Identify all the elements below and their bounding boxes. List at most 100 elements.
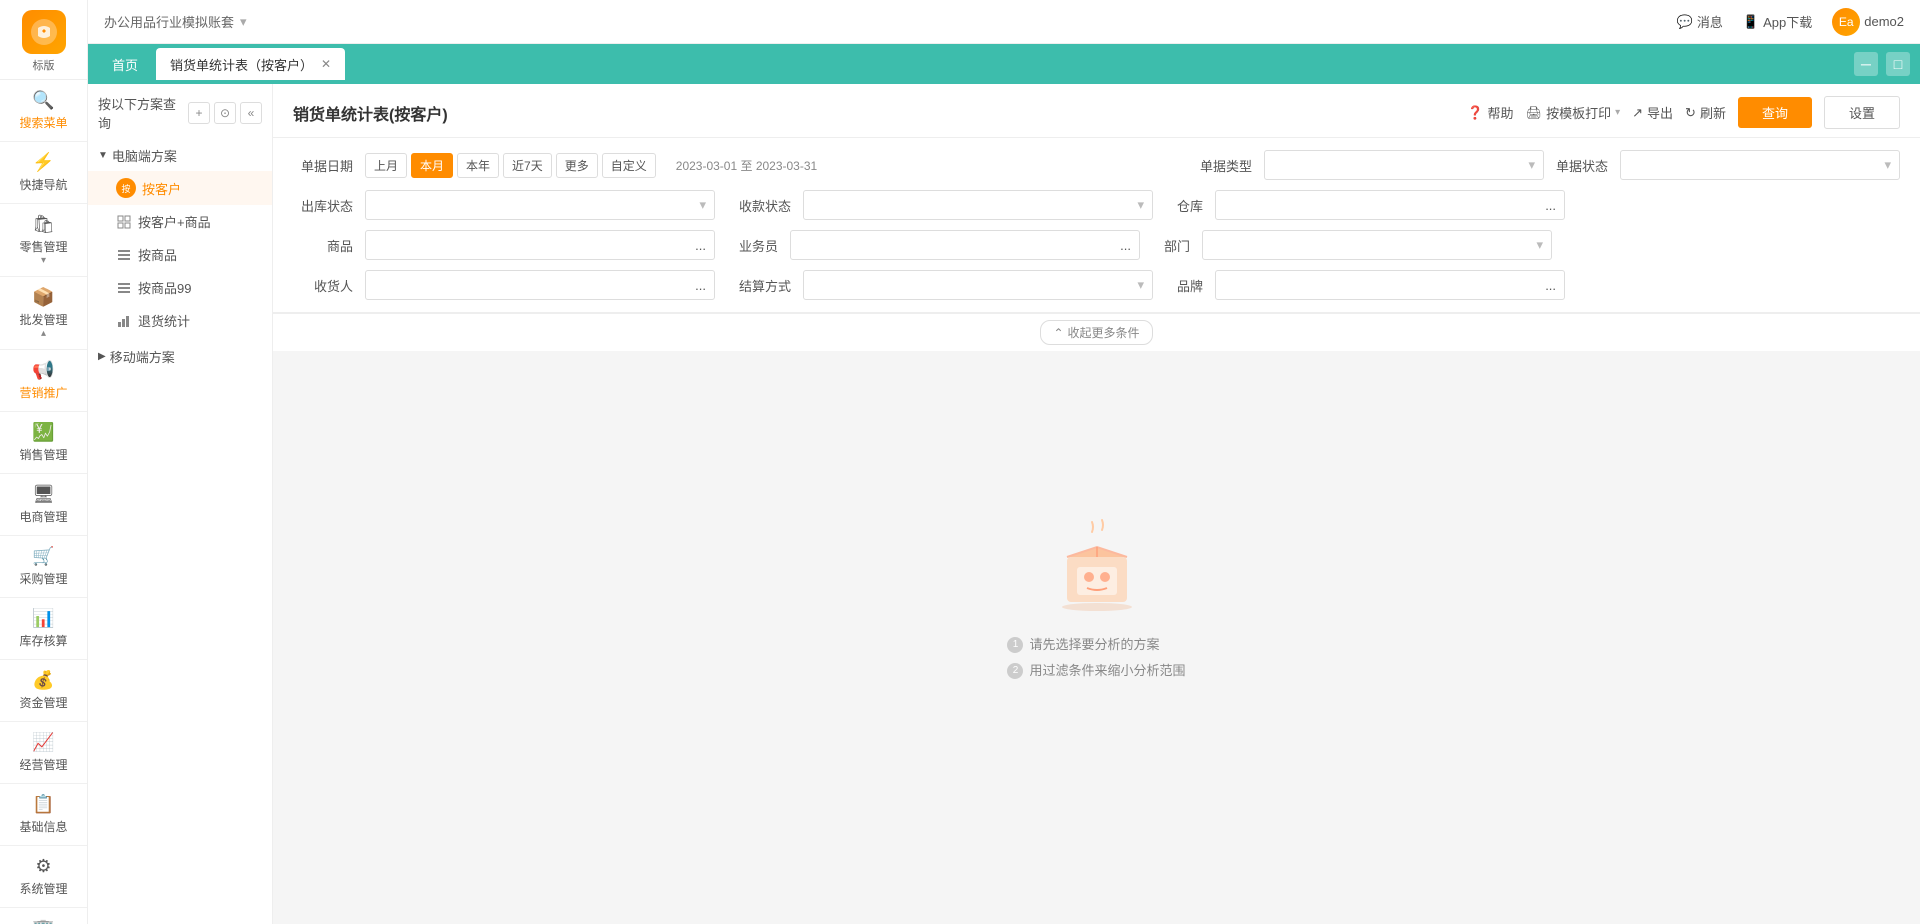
sidebar-item-enterprise[interactable]: 🏢 企业协同: [0, 908, 87, 924]
sidebar-item-quick-nav[interactable]: ⚡ 快捷导航: [0, 142, 87, 204]
warehouse-select[interactable]: ...: [1215, 190, 1565, 220]
sidebar-item-retail[interactable]: 🛍 零售管理 ▾: [0, 204, 87, 277]
receiver-select[interactable]: ...: [365, 270, 715, 300]
tab-sales-stat[interactable]: 销货单统计表（按客户） ✕: [156, 48, 345, 80]
wholesale-dropdown-arrow: ▴: [41, 328, 46, 339]
tab-bar-actions: ─ □: [1854, 52, 1910, 76]
sidebar-item-finance[interactable]: 💰 资金管理: [0, 660, 87, 722]
department-label: 部门: [1164, 236, 1190, 255]
scheme-add-btn[interactable]: +: [188, 102, 210, 124]
date-btn-this-month[interactable]: 本月: [411, 153, 453, 178]
query-button[interactable]: 查询: [1738, 97, 1812, 128]
doc-type-select[interactable]: ▾: [1264, 150, 1544, 180]
sidebar-item-retail-label: 零售管理: [19, 238, 67, 255]
sidebar-item-ecommerce[interactable]: 🖥 电商管理: [0, 474, 87, 536]
logo-icon: [22, 10, 66, 54]
app-download-btn[interactable]: 📱 App下载: [1743, 12, 1812, 31]
user-name: demo2: [1864, 14, 1904, 29]
operations-icon: 📈: [32, 732, 54, 753]
date-buttons: 上月 本月 本年 近7天 更多 自定义: [365, 153, 656, 178]
tab-close-btn[interactable]: ✕: [321, 57, 331, 71]
filter-row-2: 出库状态 ▾ 收款状态 ▾ 仓库 ...: [293, 190, 1900, 220]
by-product-icon: [116, 247, 132, 263]
filter-row-3: 商品 ... 业务员 ... 部门 ▾: [293, 230, 1900, 260]
brand-select[interactable]: ...: [1215, 270, 1565, 300]
retail-icon: 🛍: [32, 214, 55, 235]
tab-home[interactable]: 首页: [98, 48, 152, 80]
date-btn-this-year[interactable]: 本年: [457, 153, 499, 178]
out-status-select[interactable]: ▾: [365, 190, 715, 220]
by-customer-product-icon: [116, 214, 132, 230]
sidebar-item-wholesale[interactable]: 📦 批发管理 ▴: [0, 277, 87, 350]
template-print-btn[interactable]: 🖨 按模板打印 ▾: [1526, 103, 1621, 122]
scheme-item-by-customer[interactable]: 按 按客户: [88, 171, 272, 205]
doc-status-select[interactable]: ▾: [1620, 150, 1900, 180]
template-print-label: 按模板打印: [1546, 103, 1611, 122]
top-header: 办公用品行业模拟账套 ▾ 💬 消息 📱 App下载 Ea demo2: [88, 0, 1920, 44]
scheme-item-by-product-99[interactable]: 按商品99: [88, 271, 272, 304]
sidebar-item-purchase[interactable]: 🛒 采购管理: [0, 536, 87, 598]
header-right: 💬 消息 📱 App下载 Ea demo2: [1677, 8, 1904, 36]
export-icon: ↗: [1632, 105, 1643, 121]
user-profile[interactable]: Ea demo2: [1832, 8, 1904, 36]
product-select[interactable]: ...: [365, 230, 715, 260]
scheme-group-mobile-label: 移动端方案: [110, 347, 175, 366]
sidebar-item-system[interactable]: ⚙ 系统管理: [0, 846, 87, 908]
marketing-icon: 📢: [32, 360, 54, 381]
help-btn[interactable]: ❓ 帮助: [1467, 103, 1513, 122]
receiver-value: ...: [695, 278, 706, 293]
doc-status-label: 单据状态: [1556, 156, 1608, 175]
sidebar-logo-text: 标版: [33, 57, 55, 73]
sales-icon: 💹: [32, 422, 54, 443]
tab-minimize-btn[interactable]: ─: [1854, 52, 1878, 76]
scheme-item-by-product[interactable]: 按商品: [88, 238, 272, 271]
tab-bar: 首页 销货单统计表（按客户） ✕ ─ □: [88, 44, 1920, 84]
collapse-conditions-btn[interactable]: ⌃ 收起更多条件: [1040, 320, 1152, 345]
scheme-group-mobile-header[interactable]: ▶ 移动端方案: [88, 341, 272, 372]
payment-status-select[interactable]: ▾: [803, 190, 1153, 220]
sidebar-item-sales[interactable]: 💹 销售管理: [0, 412, 87, 474]
collapse-bar: ⌃ 收起更多条件: [273, 313, 1920, 351]
scheme-item-by-customer-product[interactable]: 按客户+商品: [88, 205, 272, 238]
industry-dropdown-arrow[interactable]: ▾: [240, 14, 247, 30]
scheme-panel-header: 按以下方案查询 + ⊙ «: [88, 94, 272, 140]
message-btn[interactable]: 💬 消息: [1677, 12, 1723, 31]
scheme-settings-btn[interactable]: ⊙: [214, 102, 236, 124]
export-label: 导出: [1647, 103, 1673, 122]
finance-icon: 💰: [32, 670, 54, 691]
settlement-select[interactable]: ▾: [803, 270, 1153, 300]
refresh-icon: ↻: [1685, 105, 1696, 121]
doc-type-label: 单据类型: [1200, 156, 1252, 175]
department-select[interactable]: ▾: [1202, 230, 1552, 260]
salesperson-select[interactable]: ...: [790, 230, 1140, 260]
date-label: 单据日期: [293, 156, 353, 175]
page-title: 销货单统计表(按客户): [293, 101, 448, 125]
date-btn-custom[interactable]: 自定义: [602, 153, 656, 178]
sidebar-item-operations[interactable]: 📈 经营管理: [0, 722, 87, 784]
refresh-btn[interactable]: ↻ 刷新: [1685, 103, 1726, 122]
scheme-group-desktop-header[interactable]: ▼ 电脑端方案: [88, 140, 272, 171]
sidebar-item-basic[interactable]: 📋 基础信息: [0, 784, 87, 846]
scheme-group-desktop-arrow: ▼: [98, 150, 108, 161]
sidebar-item-marketing[interactable]: 📢 营销推广: [0, 350, 87, 412]
scheme-panel: 按以下方案查询 + ⊙ « ▼ 电脑端方案 按 按客户: [88, 84, 273, 924]
settlement-label: 结算方式: [739, 276, 791, 295]
tab-maximize-btn[interactable]: □: [1886, 52, 1910, 76]
help-icon: ❓: [1467, 105, 1483, 121]
scheme-item-return-stat[interactable]: 退货统计: [88, 304, 272, 337]
sidebar-item-inventory[interactable]: 📊 库存核算: [0, 598, 87, 660]
sidebar-item-search[interactable]: 🔍 搜索菜单: [0, 80, 87, 142]
settlement-caret: ▾: [1137, 277, 1144, 293]
scheme-collapse-btn[interactable]: «: [240, 102, 262, 124]
date-btn-more[interactable]: 更多: [556, 153, 598, 178]
brand-label: 品牌: [1177, 276, 1203, 295]
date-btn-last-month[interactable]: 上月: [365, 153, 407, 178]
sidebar: 标版 🔍 搜索菜单 ⚡ 快捷导航 🛍 零售管理 ▾ 📦 批发管理 ▴ 📢 营销推…: [0, 0, 88, 924]
tab-sales-stat-label: 销货单统计表（按客户）: [170, 55, 313, 74]
export-btn[interactable]: ↗ 导出: [1632, 103, 1673, 122]
tab-home-label: 首页: [112, 55, 138, 74]
setting-button[interactable]: 设置: [1824, 96, 1900, 129]
date-btn-last-7[interactable]: 近7天: [503, 153, 552, 178]
collapse-icon: ⌃: [1053, 326, 1063, 340]
sidebar-item-inventory-label: 库存核算: [19, 632, 67, 649]
